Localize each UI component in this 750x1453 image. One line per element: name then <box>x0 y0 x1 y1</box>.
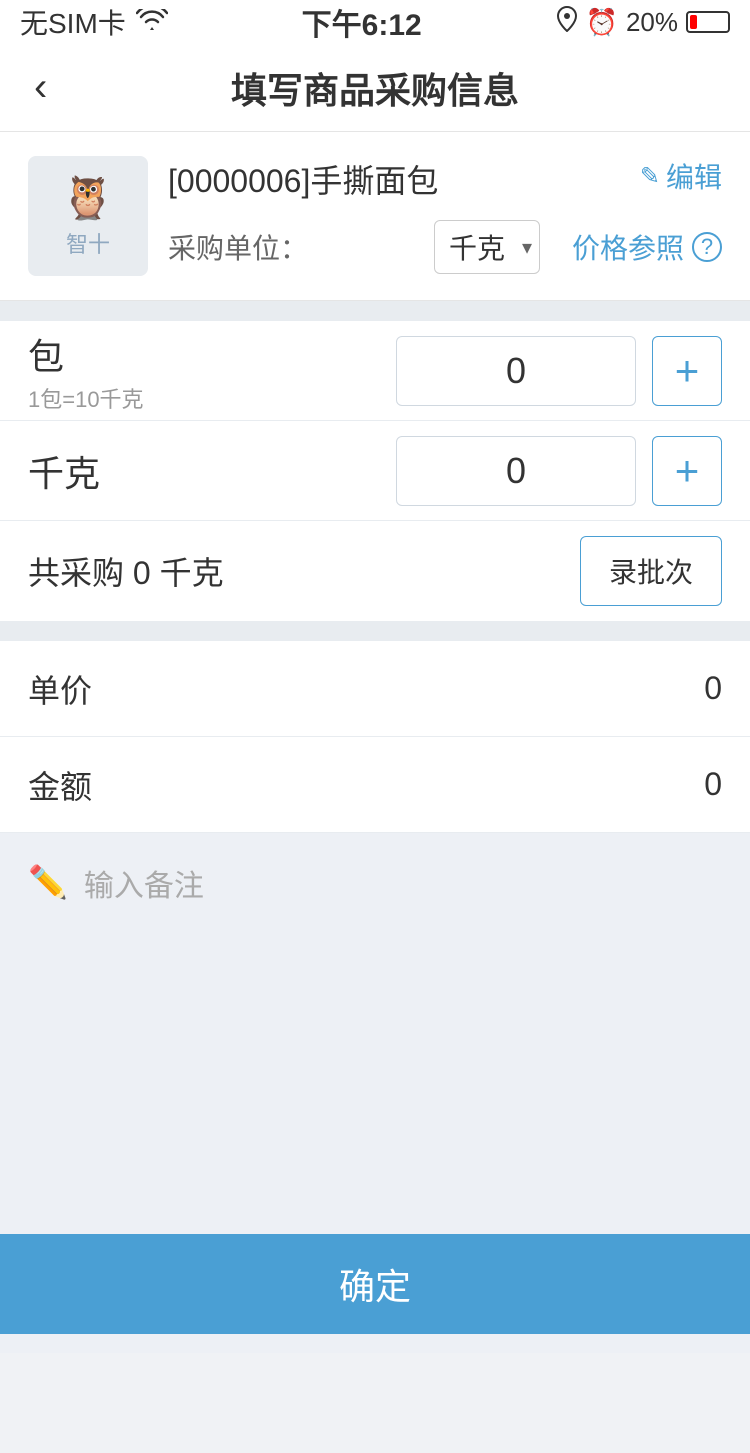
logo-text: 智十 <box>66 227 110 259</box>
amount-label: 金额 <box>28 762 92 808</box>
price-ref-link[interactable]: 价格参照 ? <box>572 227 722 267</box>
section-divider-2 <box>0 621 750 641</box>
page-title: 填写商品采购信息 <box>231 62 519 114</box>
unit-price-value: 0 <box>704 670 722 707</box>
alarm-icon: ⏰ <box>586 7 618 38</box>
product-info: [0000006]手撕面包 ✎ 编辑 采购单位： 千克 价格参照 ? <box>168 156 722 274</box>
unit-select-wrapper[interactable]: 千克 <box>434 220 540 274</box>
edit-icon: ✎ <box>640 162 660 191</box>
amount-row: 金额 0 <box>0 737 750 833</box>
total-row: 共采购 0 千克 录批次 <box>0 521 750 621</box>
location-icon <box>556 6 578 39</box>
amount-value: 0 <box>704 766 722 803</box>
price-ref-label: 价格参照 <box>572 227 684 267</box>
product-card: 🦉 智十 [0000006]手撕面包 ✎ 编辑 采购单位： 千克 价格参照 <box>0 132 750 301</box>
unit-select[interactable]: 千克 <box>434 220 540 274</box>
carrier-text: 无SIM卡 <box>20 2 126 42</box>
product-name: [0000006]手撕面包 <box>168 156 640 202</box>
time-display: 下午6:12 <box>302 0 422 44</box>
bao-plus-button[interactable]: + <box>652 336 722 406</box>
status-right: ⏰ 20% <box>556 6 730 39</box>
unit-label: 采购单位： <box>168 227 308 267</box>
owl-icon: 🦉 <box>62 174 114 223</box>
battery-icon <box>686 11 730 33</box>
notes-placeholder: 输入备注 <box>84 861 204 905</box>
price-section: 单价 0 金额 0 <box>0 641 750 833</box>
back-button[interactable]: ‹ <box>24 55 57 120</box>
unit-price-label: 单价 <box>28 666 92 712</box>
bao-label: 包 <box>28 328 148 380</box>
wifi-icon <box>136 6 168 38</box>
product-image: 🦉 智十 <box>28 156 148 276</box>
status-left: 无SIM卡 <box>20 2 168 42</box>
bao-row: 包 1包=10千克 + <box>0 321 750 421</box>
batch-button[interactable]: 录批次 <box>580 536 722 606</box>
bao-input[interactable] <box>396 336 636 406</box>
help-icon[interactable]: ? <box>692 232 722 262</box>
status-bar: 无SIM卡 下午6:12 ⏰ 20% <box>0 0 750 44</box>
bao-sub: 1包=10千克 <box>28 382 148 414</box>
kg-label: 千克 <box>28 445 148 497</box>
kg-input[interactable] <box>396 436 636 506</box>
total-label: 共采购 0 千克 <box>28 548 224 594</box>
edit-link[interactable]: ✎ 编辑 <box>640 156 722 196</box>
confirm-button[interactable]: 确定 <box>0 1234 750 1334</box>
notes-section[interactable]: ✏️ 输入备注 <box>0 833 750 953</box>
kg-plus-button[interactable]: + <box>652 436 722 506</box>
battery-percent: 20% <box>626 7 678 38</box>
pencil-icon: ✏️ <box>28 863 68 901</box>
unit-price-row: 单价 0 <box>0 641 750 737</box>
edit-label: 编辑 <box>666 156 722 196</box>
section-divider-1 <box>0 301 750 321</box>
input-section: 包 1包=10千克 + 千克 + 共采购 0 千克 录批次 <box>0 321 750 621</box>
kg-row: 千克 + <box>0 421 750 521</box>
nav-bar: ‹ 填写商品采购信息 <box>0 44 750 132</box>
